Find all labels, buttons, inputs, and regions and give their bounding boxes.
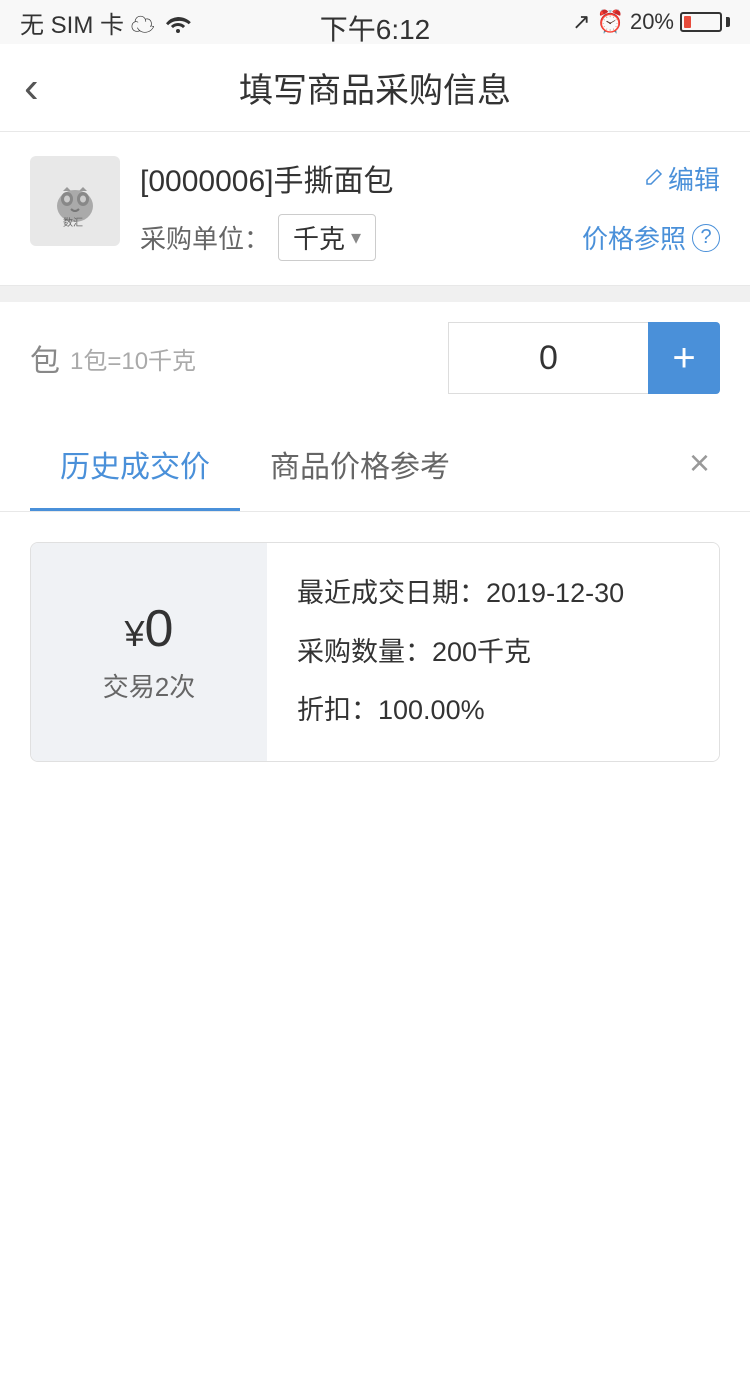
no-sim-text: 无 SIM 卡 ☁ [20, 5, 155, 40]
product-full-name: [0000006]手撕面包 [140, 156, 393, 200]
close-icon: × [689, 442, 710, 483]
edit-label: 编辑 [668, 160, 720, 197]
latest-date-row: 最近成交日期：2019-12-30 [297, 573, 689, 614]
price-reference-button[interactable]: 价格参照 ? [582, 219, 720, 256]
edit-button[interactable]: 编辑 [642, 160, 720, 197]
tab-price-ref-label: 商品价格参考 [270, 451, 450, 484]
quantity-value: 0 [539, 339, 558, 378]
currency-symbol: ¥ [125, 613, 145, 654]
unit-bag-icon: 包 [30, 336, 60, 380]
section-divider [0, 286, 750, 302]
price-amount-display: ¥0 [125, 599, 174, 659]
unit-value: 千克 [293, 219, 345, 256]
price-value: 0 [145, 600, 174, 658]
help-icon: ? [692, 224, 720, 252]
price-summary-left: ¥0 交易2次 [31, 543, 267, 761]
nav-bar: ‹ 填写商品采购信息 [0, 44, 750, 132]
price-card: ¥0 交易2次 最近成交日期：2019-12-30 采购数量：200千克 折扣：… [30, 542, 720, 762]
battery-indicator [680, 12, 730, 32]
quantity-input[interactable]: 0 [448, 322, 648, 394]
close-tabs-button[interactable]: × [679, 432, 720, 494]
back-button[interactable]: ‹ [24, 63, 39, 113]
discount-row: 折扣：100.00% [297, 690, 689, 731]
plus-icon: + [672, 336, 695, 381]
quantity-label-text: 采购数量： [297, 637, 432, 667]
alarm-icon: ⏰ [597, 9, 624, 35]
tabs-header: 历史成交价 商品价格参考 × [0, 414, 750, 512]
dropdown-arrow-icon: ▾ [351, 225, 361, 250]
product-card: 数汇 [0000006]手撕面包 编辑 采购单位： 千克 [0, 132, 750, 286]
status-time: 下午6:12 [320, 8, 431, 48]
battery-percent: 20% [630, 9, 674, 35]
status-bar: 无 SIM 卡 ☁ 下午6:12 ↗ ⏰ 20% [0, 0, 750, 44]
quantity-increment-button[interactable]: + [648, 322, 720, 394]
purchase-unit-label: 采购单位： [140, 219, 270, 256]
product-thumbnail: 数汇 [30, 156, 120, 246]
purchase-quantity-row: 采购数量：200千克 [297, 632, 689, 673]
product-image: 数汇 [45, 171, 105, 231]
tabs-nav: 历史成交价 商品价格参考 [30, 414, 480, 511]
tab-history-label: 历史成交价 [60, 451, 210, 484]
latest-date-value: 2019-12-30 [486, 578, 624, 608]
edit-icon [642, 167, 664, 189]
latest-date-label: 最近成交日期： [297, 578, 486, 608]
quantity-controls: 0 + [448, 322, 720, 394]
location-icon: ↗ [572, 9, 590, 35]
bottom-area [0, 792, 750, 1392]
price-details-right: 最近成交日期：2019-12-30 采购数量：200千克 折扣：100.00% [267, 543, 719, 761]
wifi-icon [163, 11, 193, 33]
history-price-content: ¥0 交易2次 最近成交日期：2019-12-30 采购数量：200千克 折扣：… [0, 512, 750, 792]
tab-product-price-reference[interactable]: 商品价格参考 [240, 414, 480, 511]
quantity-row: 包 1包=10千克 0 + [0, 302, 750, 414]
unit-conversion-info: 1包=10千克 [70, 341, 196, 376]
product-info: [0000006]手撕面包 编辑 采购单位： 千克 ▾ [140, 156, 720, 261]
status-left: 无 SIM 卡 ☁ [20, 5, 193, 40]
trade-count: 交易2次 [103, 667, 195, 704]
tab-history-price[interactable]: 历史成交价 [30, 414, 240, 511]
price-ref-label: 价格参照 [582, 219, 686, 256]
discount-label: 折扣： [297, 695, 378, 725]
unit-select-dropdown[interactable]: 千克 ▾ [278, 214, 376, 261]
discount-value: 100.00% [378, 695, 485, 725]
svg-text:数汇: 数汇 [63, 216, 83, 229]
status-right: ↗ ⏰ 20% [572, 9, 730, 35]
back-icon: ‹ [24, 63, 39, 113]
tabs-panel: 历史成交价 商品价格参考 × ¥0 交易2次 最近成交日期：2019-12-30 [0, 414, 750, 792]
quantity-label: 包 1包=10千克 [30, 336, 196, 380]
page-title: 填写商品采购信息 [239, 63, 511, 112]
quantity-value-text: 200千克 [432, 637, 531, 667]
